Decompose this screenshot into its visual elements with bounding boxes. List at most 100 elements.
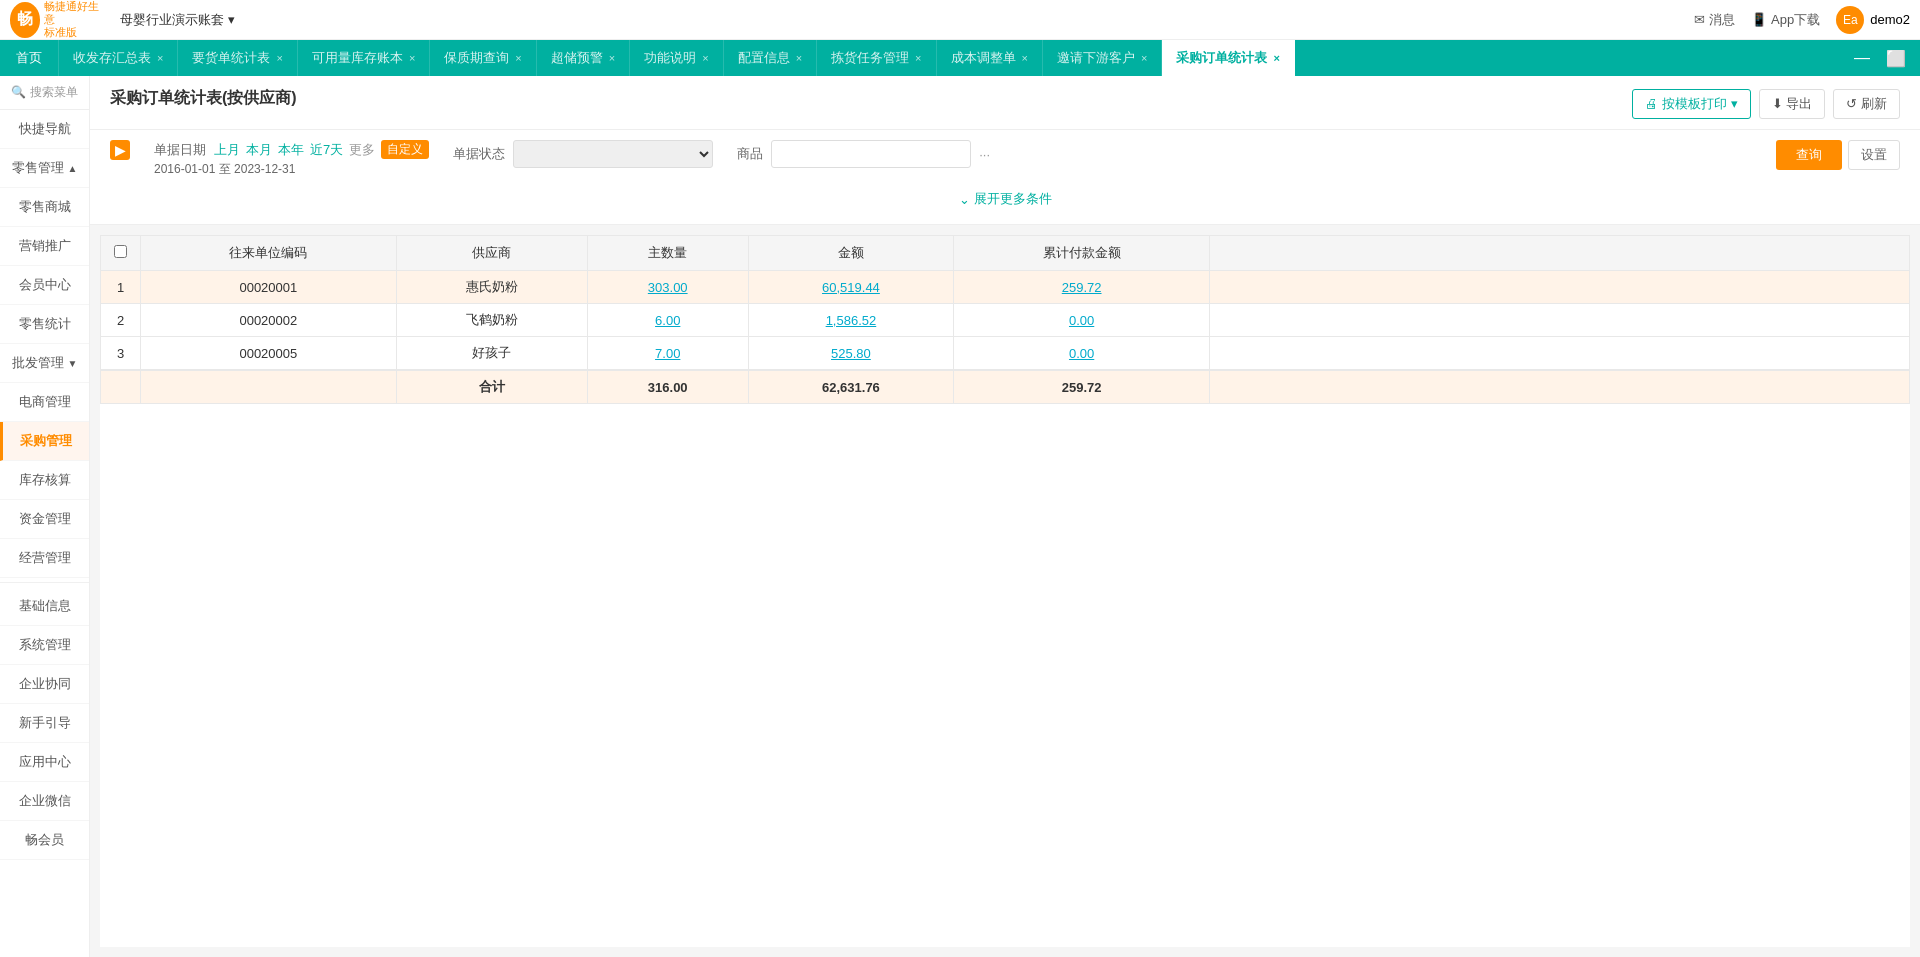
setting-button[interactable]: 设置 [1848, 140, 1900, 170]
row-paid: 0.00 [954, 337, 1210, 371]
footer-amount: 62,631.76 [748, 370, 954, 404]
sidebar-item-appstore[interactable]: 应用中心 [0, 743, 89, 782]
date-filter-row: 单据日期 上月 本月 本年 近7天 更多 自定义 [154, 140, 429, 159]
th-checkbox [101, 236, 141, 271]
shortcut-this-month[interactable]: 本月 [246, 141, 272, 159]
close-icon[interactable]: × [276, 52, 282, 64]
sidebar-item-wechat[interactable]: 企业微信 [0, 782, 89, 821]
date-filter: 单据日期 上月 本月 本年 近7天 更多 自定义 2016-01-01 至 [154, 140, 429, 178]
dropdown-arrow-icon: ▾ [228, 12, 235, 27]
tab-home[interactable]: 首页 [0, 40, 59, 76]
table-row: 3 00020005 好孩子 7.00 525.80 0.00 [101, 337, 1910, 371]
filter-area: ▶ 单据日期 上月 本月 本年 近7天 更多 自定义 [90, 130, 1920, 225]
dropdown-chevron-icon: ▾ [1731, 96, 1738, 111]
goods-input[interactable] [771, 140, 971, 168]
tab-chengben[interactable]: 成本调整单 × [937, 40, 1043, 76]
sidebar-item-retail-stats[interactable]: 零售统计 [0, 305, 89, 344]
status-filter: 单据状态 [453, 140, 713, 168]
date-to: 2023-12-31 [234, 162, 295, 176]
sidebar-search[interactable]: 🔍 搜索菜单 [0, 76, 89, 110]
row-index: 2 [101, 304, 141, 337]
shortcut-this-year[interactable]: 本年 [278, 141, 304, 159]
tab-chaochu[interactable]: 超储预警 × [537, 40, 630, 76]
minimize-icon[interactable]: — [1848, 47, 1876, 69]
row-index: 3 [101, 337, 141, 371]
row-code: 00020001 [141, 271, 397, 304]
sidebar-item-inventory[interactable]: 库存核算 [0, 461, 89, 500]
maximize-icon[interactable]: ⬜ [1880, 47, 1912, 70]
close-icon[interactable]: × [409, 52, 415, 64]
table-row: 2 00020002 飞鹤奶粉 6.00 1,586.52 0.00 [101, 304, 1910, 337]
sidebar-item-operations[interactable]: 经营管理 [0, 539, 89, 578]
date-range-display: 2016-01-01 至 2023-12-31 [154, 161, 429, 178]
refresh-button[interactable]: ↺ 刷新 [1833, 89, 1900, 119]
th-code: 往来单位编码 [141, 236, 397, 271]
footer-label: 合计 [396, 370, 587, 404]
nav-window-controls: — ⬜ [1848, 47, 1920, 70]
expand-more-btn[interactable]: ⌄ 展开更多条件 [953, 184, 1058, 214]
tab-yaohuo[interactable]: 要货单统计表 × [178, 40, 297, 76]
sidebar-item-member2[interactable]: 畅会员 [0, 821, 89, 860]
table-header-row: 往来单位编码 供应商 主数量 金额 累计付款金额 [101, 236, 1910, 271]
tab-jianhuo[interactable]: 拣货任务管理 × [817, 40, 936, 76]
tab-peizhi[interactable]: 配置信息 × [724, 40, 817, 76]
close-icon[interactable]: × [515, 52, 521, 64]
table-row: 1 00020001 惠氏奶粉 303.00 60,519.44 259.72 [101, 271, 1910, 304]
company-select[interactable]: 母婴行业演示账套 ▾ [120, 11, 239, 29]
app-download-btn[interactable]: 📱 App下载 [1751, 11, 1820, 29]
close-icon[interactable]: × [1141, 52, 1147, 64]
tab-kuyongliang[interactable]: 可用量库存账本 × [298, 40, 430, 76]
avatar: Ea [1836, 6, 1864, 34]
sidebar-item-retail-mgmt[interactable]: 零售管理 ▲ [0, 149, 89, 188]
user-area[interactable]: Ea demo2 [1836, 6, 1910, 34]
export-button[interactable]: ⬇ 导出 [1759, 89, 1826, 119]
status-select[interactable] [513, 140, 713, 168]
sidebar-item-wholesale[interactable]: 批发管理 ▼ [0, 344, 89, 383]
table-area: 往来单位编码 供应商 主数量 金额 累计付款金额 1 00020001 惠氏奶粉… [100, 235, 1910, 947]
close-icon-active[interactable]: × [1273, 52, 1279, 64]
close-icon[interactable]: × [1022, 52, 1028, 64]
shortcut-more[interactable]: 更多 [349, 141, 375, 159]
close-icon[interactable]: × [609, 52, 615, 64]
tab-shoufacun[interactable]: 收发存汇总表 × [59, 40, 178, 76]
row-amount: 1,586.52 [748, 304, 954, 337]
close-icon[interactable]: × [702, 52, 708, 64]
shortcut-7days[interactable]: 近7天 [310, 141, 343, 159]
footer-paid: 259.72 [954, 370, 1210, 404]
message-btn[interactable]: ✉ 消息 [1694, 11, 1735, 29]
print-button[interactable]: 🖨 按模板打印 ▾ [1632, 89, 1751, 119]
sidebar-item-enterprise[interactable]: 企业协同 [0, 665, 89, 704]
phone-icon: 📱 [1751, 12, 1767, 27]
row-supplier: 惠氏奶粉 [396, 271, 587, 304]
query-button[interactable]: 查询 [1776, 140, 1842, 170]
toggle-filter-btn[interactable]: ▶ [110, 140, 130, 160]
sidebar-item-finance[interactable]: 资金管理 [0, 500, 89, 539]
select-all-checkbox[interactable] [114, 245, 127, 258]
sidebar-item-basic-info[interactable]: 基础信息 [0, 587, 89, 626]
close-icon[interactable]: × [915, 52, 921, 64]
username: demo2 [1870, 12, 1910, 27]
tab-baozhi[interactable]: 保质期查询 × [430, 40, 536, 76]
logo-area: 畅 畅捷通好生意标准版 [10, 0, 100, 39]
sidebar-item-newguide[interactable]: 新手引导 [0, 704, 89, 743]
sidebar-item-marketing[interactable]: 营销推广 [0, 227, 89, 266]
sidebar-item-system[interactable]: 系统管理 [0, 626, 89, 665]
th-paid: 累计付款金额 [954, 236, 1210, 271]
goods-filter: 商品 ··· [737, 140, 990, 168]
search-icon: 🔍 [11, 85, 26, 99]
row-extra [1210, 337, 1910, 371]
row-amount: 525.80 [748, 337, 954, 371]
shortcut-last-month[interactable]: 上月 [214, 141, 240, 159]
chevron-down-icon: ▲ [68, 163, 78, 174]
close-icon[interactable]: × [796, 52, 802, 64]
tab-caigou-active[interactable]: 采购订单统计表 × [1162, 40, 1294, 76]
tab-gongneng[interactable]: 功能说明 × [630, 40, 723, 76]
close-icon[interactable]: × [157, 52, 163, 64]
more-options-icon[interactable]: ··· [979, 147, 990, 162]
sidebar-item-purchase[interactable]: 采购管理 [0, 422, 89, 461]
sidebar-item-retail-mall[interactable]: 零售商城 [0, 188, 89, 227]
sidebar-quick-nav[interactable]: 快捷导航 [0, 110, 89, 149]
sidebar-item-member[interactable]: 会员中心 [0, 266, 89, 305]
sidebar-item-ecommerce[interactable]: 电商管理 [0, 383, 89, 422]
tab-yaoqing[interactable]: 邀请下游客户 × [1043, 40, 1162, 76]
